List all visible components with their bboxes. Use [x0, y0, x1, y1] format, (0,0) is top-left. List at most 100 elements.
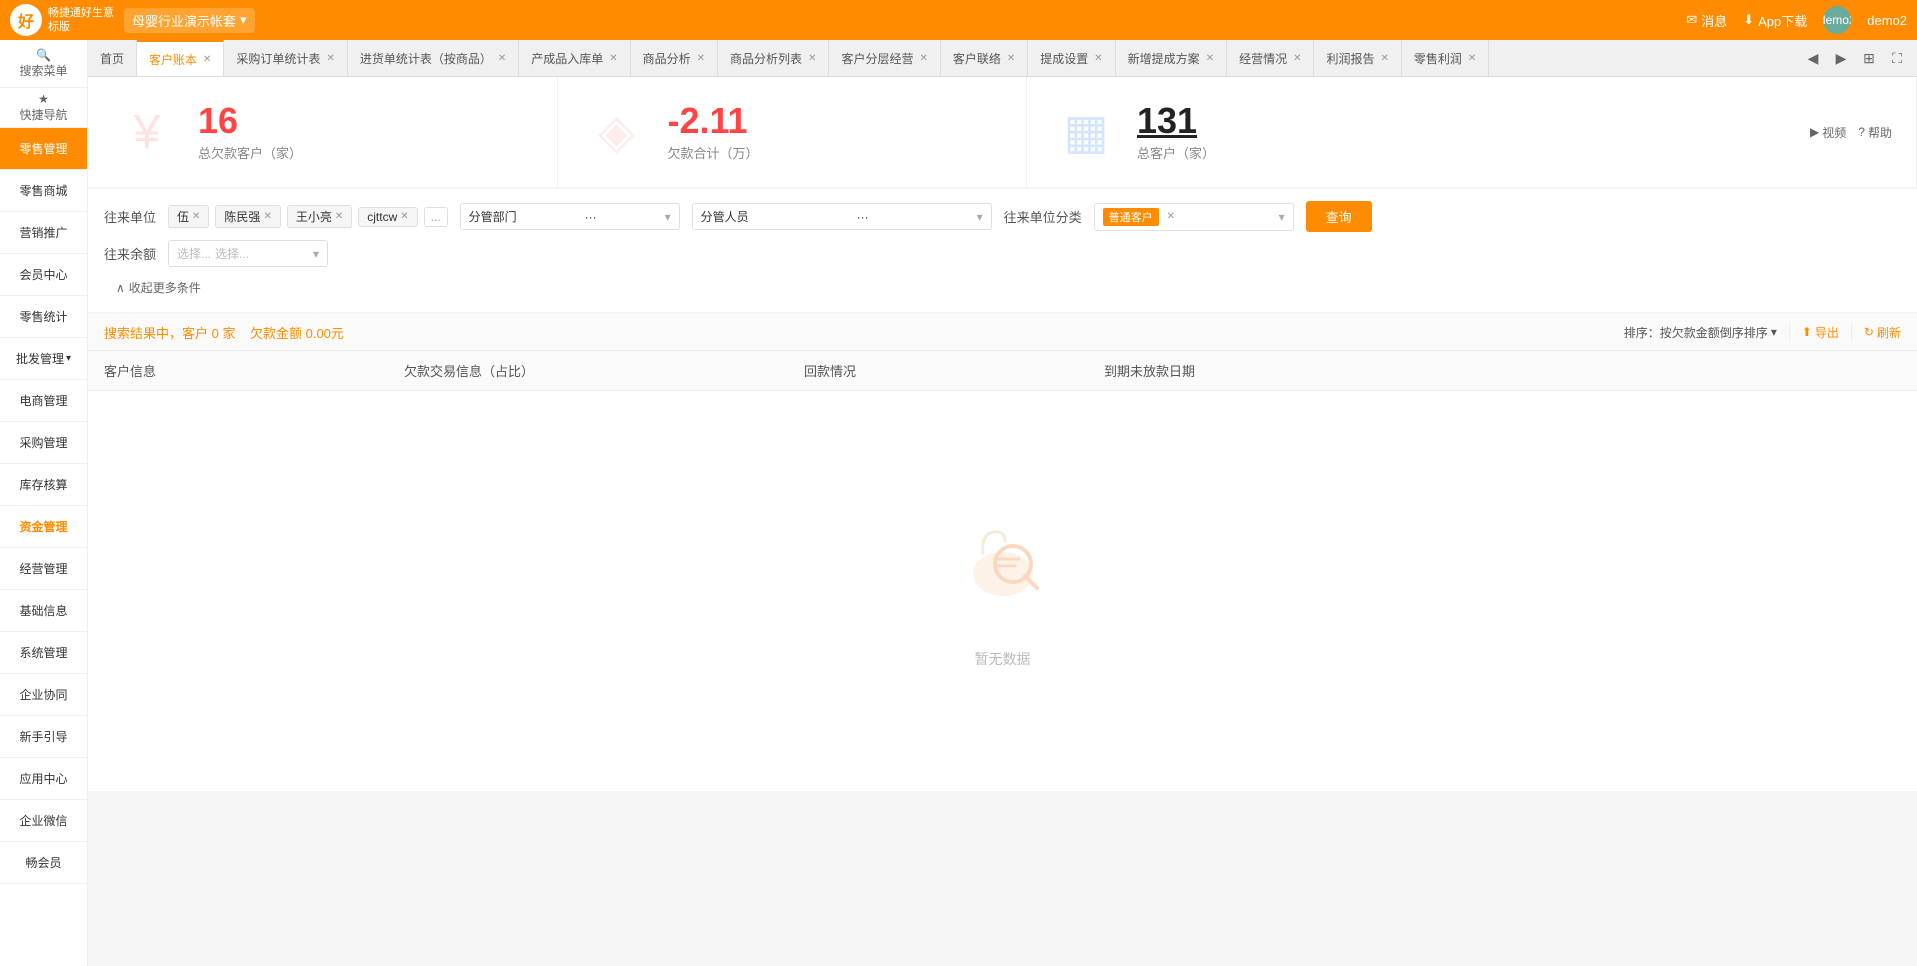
- search-icon: 🔍: [36, 48, 51, 62]
- unit-tag-wang-remove[interactable]: ✕: [335, 211, 343, 222]
- tab-close-btn[interactable]: ✕: [203, 54, 211, 65]
- sidebar-search[interactable]: 🔍 搜索菜单: [0, 40, 87, 88]
- tab-close-btn[interactable]: ✕: [697, 53, 705, 64]
- sidebar-item-system[interactable]: 系统管理: [0, 632, 87, 674]
- tab-close-btn[interactable]: ✕: [326, 53, 334, 64]
- sidebar-item-purchase[interactable]: 采购管理: [0, 422, 87, 464]
- tab-close-btn[interactable]: ✕: [1293, 53, 1301, 64]
- tab-boost-settings[interactable]: 提成设置 ✕: [1028, 40, 1115, 76]
- tab-customer-contact[interactable]: 客户联络 ✕: [941, 40, 1028, 76]
- refresh-btn[interactable]: ↻ 刷新: [1864, 324, 1901, 341]
- tab-close-btn[interactable]: ✕: [1381, 53, 1389, 64]
- unit-tag-cj: cjttcw ✕: [358, 207, 417, 227]
- sidebar-item-inventory[interactable]: 库存核算: [0, 464, 87, 506]
- tab-close-btn[interactable]: ✕: [808, 53, 816, 64]
- credit-customers-icon: ¥: [112, 97, 182, 167]
- help-link[interactable]: ? 帮助: [1858, 124, 1892, 141]
- sidebar-item-retail-stats[interactable]: 零售统计: [0, 296, 87, 338]
- tab-close-btn[interactable]: ✕: [1468, 53, 1476, 64]
- col-overdue-date: 到期未放款日期: [1104, 361, 1901, 380]
- avatar[interactable]: demo2: [1823, 6, 1851, 34]
- sidebar-item-app-center[interactable]: 应用中心: [0, 758, 87, 800]
- tab-scroll-right-btn[interactable]: ▶: [1829, 46, 1853, 70]
- tab-close-btn[interactable]: ✕: [919, 53, 927, 64]
- chevron-down-icon: ▾: [1279, 210, 1285, 224]
- balance-filter[interactable]: 选择... 选择... ▾: [168, 240, 328, 267]
- sidebar-item-operations[interactable]: 经营管理: [0, 548, 87, 590]
- message-btn[interactable]: ✉ 消息: [1686, 11, 1727, 30]
- tab-fullscreen-btn[interactable]: ⛶: [1885, 46, 1909, 70]
- divider: [1851, 322, 1852, 342]
- tab-inbound-stats[interactable]: 进货单统计表（按商品） ✕: [348, 40, 519, 76]
- results-info: 搜索结果中，客户 0 家 欠款金额 0.00元: [104, 323, 344, 342]
- department-filter[interactable]: 分管部门 ··· ▾: [460, 203, 680, 230]
- sidebar-item-label: 库存核算: [6, 476, 81, 493]
- sidebar-item-enterprise-collab[interactable]: 企业协同: [0, 674, 87, 716]
- tab-product-analysis-list[interactable]: 商品分析列表 ✕: [718, 40, 829, 76]
- unit-tag-chen-remove[interactable]: ✕: [263, 211, 271, 222]
- tab-close-btn[interactable]: ✕: [1206, 53, 1214, 64]
- sidebar-item-ecommerce[interactable]: 电商管理: [0, 380, 87, 422]
- tab-profit-report[interactable]: 利润报告 ✕: [1314, 40, 1401, 76]
- app-download-btn[interactable]: ⬇ App下载: [1743, 11, 1807, 30]
- chevron-down-icon: ▾: [240, 12, 247, 28]
- export-btn[interactable]: ⬆ 导出: [1802, 324, 1839, 341]
- filter-row-1: 往来单位 伍 ✕ 陈民强 ✕ 王小亮: [104, 201, 1901, 232]
- unit-tag-cj-remove[interactable]: ✕: [400, 211, 408, 222]
- sidebar-item-marketing[interactable]: 营销推广: [0, 212, 87, 254]
- sidebar-item-member-center[interactable]: 会员中心: [0, 254, 87, 296]
- sort-btn[interactable]: 排序：按欠款金额倒序排序 ▾: [1624, 324, 1777, 341]
- query-button[interactable]: 查询: [1306, 201, 1372, 232]
- unit-tag-wu-remove[interactable]: ✕: [192, 211, 200, 222]
- more-tags-btn[interactable]: ...: [424, 207, 448, 227]
- sidebar-item-vip[interactable]: 畅会员: [0, 842, 87, 884]
- tab-home[interactable]: 首页: [88, 40, 137, 76]
- stat-credit-amount: ◈ -2.11 欠款合计（万）: [558, 77, 1028, 187]
- sidebar-item-retail-mgmt[interactable]: 零售管理: [0, 128, 87, 170]
- tab-operations-status[interactable]: 经营情况 ✕: [1227, 40, 1314, 76]
- empty-text: 暂无数据: [953, 649, 1053, 669]
- sidebar-item-label: 会员中心: [6, 266, 81, 283]
- tab-close-btn[interactable]: ✕: [498, 53, 506, 64]
- sidebar-item-capital[interactable]: 资金管理: [0, 506, 87, 548]
- person-filter[interactable]: 分管人员 ··· ▾: [692, 203, 992, 230]
- sidebar-item-enterprise-wx[interactable]: 企业微信: [0, 800, 87, 842]
- tab-close-btn[interactable]: ✕: [609, 53, 617, 64]
- tab-retail-profit[interactable]: 零售利润 ✕: [1402, 40, 1489, 76]
- tab-scroll-left-btn[interactable]: ◀: [1801, 46, 1825, 70]
- tab-close-btn[interactable]: ✕: [1094, 53, 1102, 64]
- video-link[interactable]: ▶ 视频: [1810, 124, 1846, 141]
- results-actions: 排序：按欠款金额倒序排序 ▾ ⬆ 导出 ↻ 刷新: [1624, 322, 1901, 342]
- divider: [1789, 322, 1790, 342]
- unit-tag-chen: 陈民强 ✕: [215, 205, 280, 228]
- sidebar-item-wholesale-mgmt[interactable]: 批发管理 ▾: [0, 338, 87, 380]
- col-repayment: 回款情况: [804, 361, 1104, 380]
- tab-product-analysis[interactable]: 商品分析 ✕: [631, 40, 718, 76]
- empty-state: 暂无数据: [913, 474, 1093, 709]
- tenant-selector[interactable]: 母婴行业演示帐套 ▾: [124, 8, 255, 33]
- sidebar-item-label: 零售统计: [6, 308, 81, 325]
- sidebar-item-label: 系统管理: [6, 644, 81, 661]
- credit-amount-icon: ◈: [582, 97, 652, 167]
- tab-close-btn[interactable]: ✕: [1007, 53, 1015, 64]
- tab-new-boost-plan[interactable]: 新增提成方案 ✕: [1116, 40, 1227, 76]
- tab-customer-ledger[interactable]: 客户账本 ✕: [137, 40, 224, 76]
- unit-category-filter[interactable]: 普通客户 ✕ ▾: [1094, 203, 1294, 231]
- sidebar-item-basic-info[interactable]: 基础信息: [0, 590, 87, 632]
- message-icon: ✉: [1686, 12, 1697, 28]
- sidebar-quick-nav[interactable]: ★ 快捷导航: [0, 88, 87, 128]
- sidebar-item-newbie[interactable]: 新手引导: [0, 716, 87, 758]
- tab-product-inbound[interactable]: 产成品入库单 ✕: [519, 40, 630, 76]
- logo-icon: 好: [10, 4, 42, 36]
- tab-customer-segmentation[interactable]: 客户分层经营 ✕: [829, 40, 940, 76]
- sidebar-item-retail-mall[interactable]: 零售商城: [0, 170, 87, 212]
- tab-expand-btn[interactable]: ⊞: [1857, 46, 1881, 70]
- username-label: demo2: [1867, 13, 1907, 28]
- unit-tag-wu: 伍 ✕: [168, 205, 209, 228]
- tab-purchase-order-stats[interactable]: 采购订单统计表 ✕: [224, 40, 347, 76]
- chevron-down-icon: ▾: [66, 353, 71, 364]
- collapse-btn[interactable]: ∧ 收起更多条件: [104, 275, 1901, 300]
- sidebar-item-label: 资金管理: [6, 518, 81, 535]
- customer-type-remove[interactable]: ✕: [1167, 211, 1175, 222]
- sidebar-item-label: 零售管理: [6, 140, 81, 157]
